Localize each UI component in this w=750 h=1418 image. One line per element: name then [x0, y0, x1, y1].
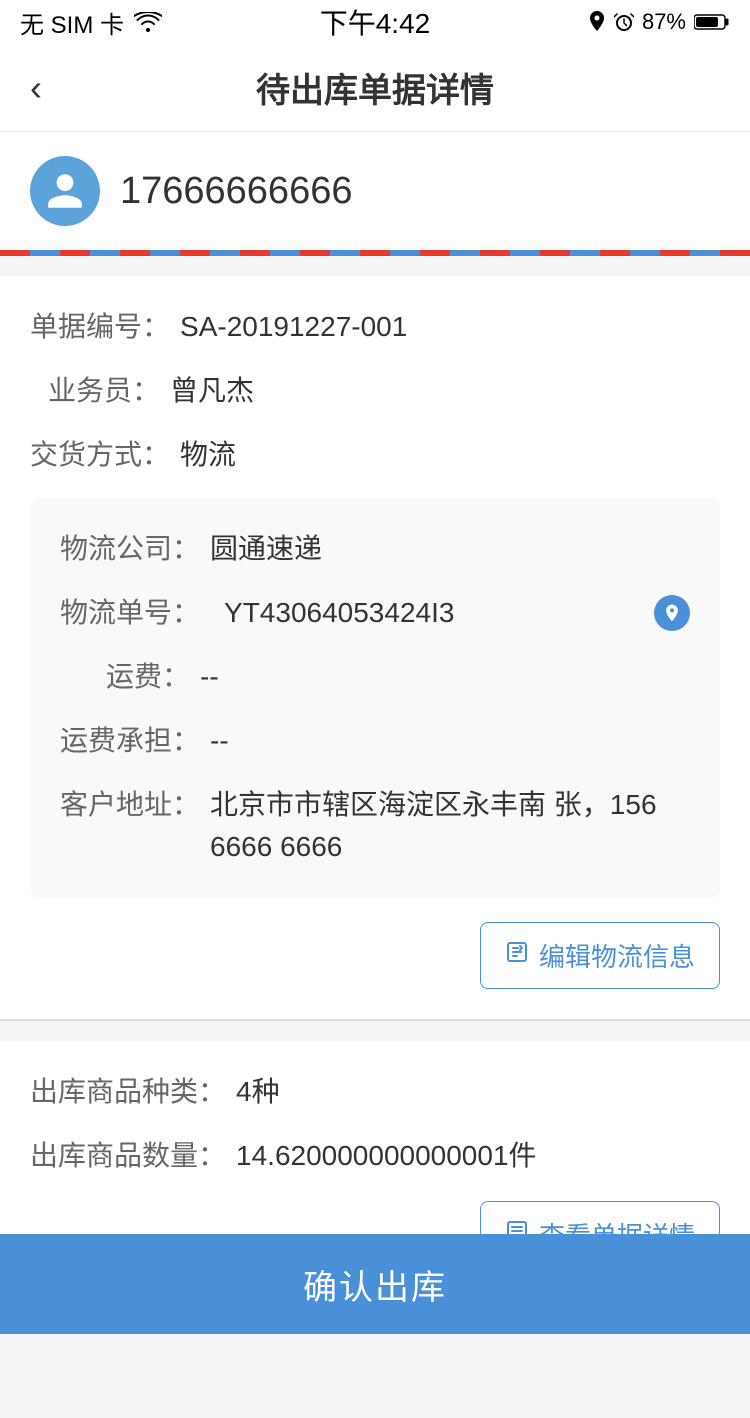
freight-bearer-label: 运费承担： [60, 720, 210, 762]
alarm-icon [614, 11, 634, 33]
order-no-label: 单据编号： [30, 306, 180, 348]
tracking-row: 物流单号： YT43064053424I3 [60, 592, 690, 634]
address-row: 客户地址： 北京市市辖区海淀区永丰南 张，156 6666 6666 [60, 784, 690, 868]
delivery-label: 交货方式： [30, 434, 180, 476]
goods-quantity-value: 14.620000000000001件 [236, 1135, 720, 1177]
wifi-icon [134, 12, 162, 32]
freight-bearer-row: 运费承担： -- [60, 720, 690, 762]
status-right: 87% [588, 9, 730, 35]
map-pin-icon [662, 603, 682, 623]
order-no-row: 单据编号： SA-20191227-001 [30, 306, 720, 348]
goods-types-row: 出库商品种类： 4种 [30, 1071, 720, 1113]
goods-quantity-label: 出库商品数量： [30, 1135, 236, 1177]
tracking-map-button[interactable] [654, 595, 690, 631]
freight-label: 运费： [60, 656, 200, 698]
section-divider [0, 1019, 750, 1021]
location-active-icon [588, 11, 606, 33]
goods-types-value: 4种 [236, 1071, 720, 1113]
user-phone: 17666666666 [120, 170, 352, 213]
salesman-label: 业务员： [30, 370, 170, 412]
bottom-area: 确认出库 [0, 1234, 750, 1334]
battery-icon [694, 13, 730, 31]
avatar [30, 156, 100, 226]
main-content: 17666666666 单据编号： SA-20191227-001 业务员： 曾… [0, 132, 750, 1418]
dashed-separator [0, 250, 750, 256]
edit-btn-label: 编辑物流信息 [539, 937, 695, 974]
tracking-value: YT43064053424I3 [224, 592, 640, 634]
sim-status: 无 SIM 卡 [20, 5, 124, 40]
status-bar: 无 SIM 卡 下午4:42 87% [0, 0, 750, 44]
logistics-card: 物流公司： 圆通速递 物流单号： YT43064053424I3 运费： -- … [30, 498, 720, 898]
person-icon [44, 170, 86, 212]
status-left: 无 SIM 卡 [20, 5, 162, 40]
page-title: 待出库单据详情 [256, 63, 494, 112]
freight-bearer-value: -- [210, 720, 690, 762]
confirm-outbound-button[interactable]: 确认出库 [0, 1234, 750, 1334]
goods-quantity-row: 出库商品数量： 14.620000000000001件 [30, 1135, 720, 1177]
delivery-row: 交货方式： 物流 [30, 434, 720, 476]
company-label: 物流公司： [60, 528, 210, 570]
address-value: 北京市市辖区海淀区永丰南 张，156 6666 6666 [210, 784, 690, 868]
edit-icon [505, 940, 529, 971]
battery-text: 87% [642, 9, 686, 35]
delivery-value: 物流 [180, 434, 720, 476]
salesman-row: 业务员： 曾凡杰 [30, 370, 720, 412]
goods-types-label: 出库商品种类： [30, 1071, 236, 1113]
address-label: 客户地址： [60, 784, 210, 826]
tracking-label: 物流单号： [60, 592, 210, 634]
nav-bar: ‹ 待出库单据详情 [0, 44, 750, 132]
order-no-value: SA-20191227-001 [180, 306, 720, 348]
freight-row: 运费： -- [60, 656, 690, 698]
salesman-value: 曾凡杰 [170, 370, 720, 412]
order-info-section: 单据编号： SA-20191227-001 业务员： 曾凡杰 交货方式： 物流 … [0, 276, 750, 1019]
edit-btn-row: 编辑物流信息 [30, 922, 720, 989]
back-button[interactable]: ‹ [30, 67, 42, 109]
edit-logistics-button[interactable]: 编辑物流信息 [480, 922, 720, 989]
company-row: 物流公司： 圆通速递 [60, 528, 690, 570]
freight-value: -- [200, 656, 690, 698]
user-header: 17666666666 [0, 132, 750, 250]
company-value: 圆通速递 [210, 528, 690, 570]
status-time: 下午4:42 [320, 2, 431, 42]
